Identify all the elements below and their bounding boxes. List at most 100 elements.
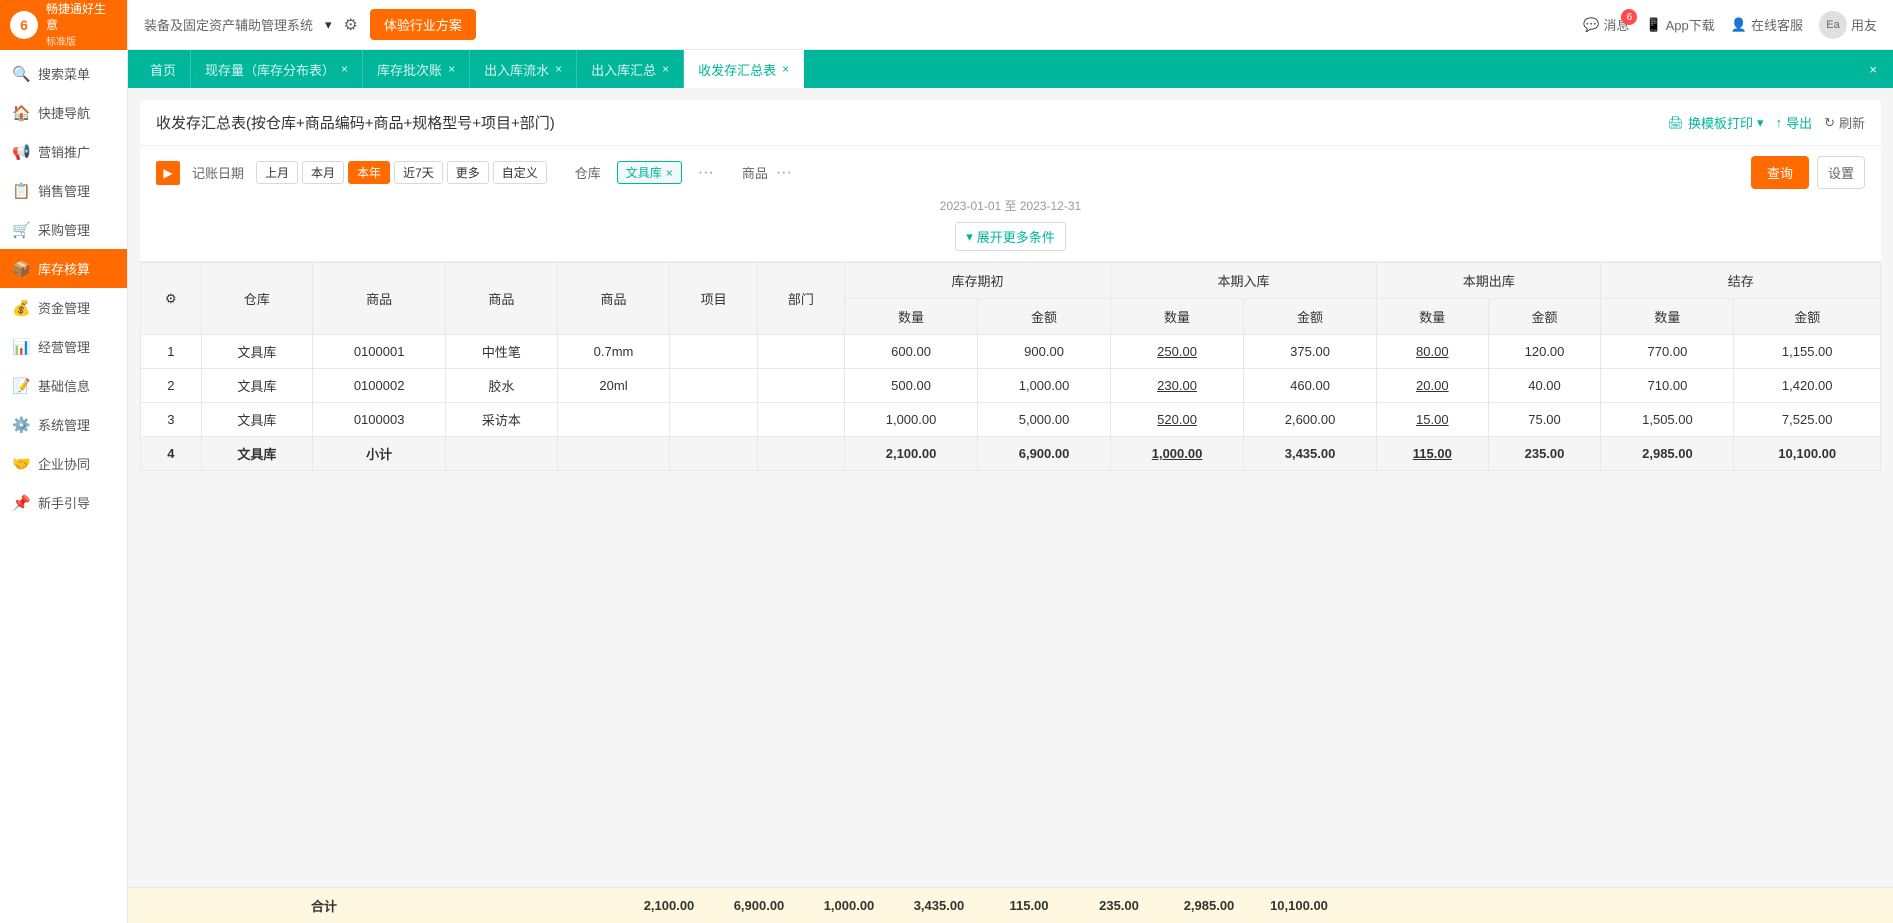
row-opening-qty: 600.00 [845,335,978,369]
avatar: Ea [1819,11,1847,39]
marketing-icon: 📢 [12,143,30,161]
data-table: ⚙ 仓库 商品 商品 商品 项目 部门 库存期初 本期入库 本期出库 结存 [140,262,1881,471]
sidebar-item-label: 库存核算 [38,259,90,278]
row-opening-amt: 1,000.00 [978,369,1111,403]
warehouse-more-icon[interactable]: ··· [698,164,714,182]
tab-in-out-flow[interactable]: 出入库流水 × [470,50,577,88]
app-download-button[interactable]: 📱 App下载 [1645,15,1714,34]
row-no: 3 [141,403,202,437]
subtotal-out-qty[interactable]: 115.00 [1377,437,1489,471]
tab-in-out-summary[interactable]: 出入库汇总 × [577,50,684,88]
tab-inventory-dist[interactable]: 现存量（库存分布表） × [191,50,363,88]
sidebar-item-newbie[interactable]: 📌 新手引导 [0,483,127,522]
sidebar-item-purchase[interactable]: 🛒 采购管理 [0,210,127,249]
filter-toggle[interactable]: ▶ [156,161,180,185]
sidebar-item-sales[interactable]: 📋 销售管理 [0,171,127,210]
footer-opening-qty: 2,100.00 [624,898,714,913]
tab-batch-ledger[interactable]: 库存批次账 × [363,50,470,88]
system-icon: ⚙️ [12,416,30,434]
refresh-button[interactable]: ↻ 刷新 [1824,113,1865,132]
settings-button[interactable]: 设置 [1817,156,1865,189]
row-project [670,369,757,403]
sidebar-item-search[interactable]: 🔍 搜索菜单 [0,54,127,93]
row-dept [757,369,844,403]
sub-col-opening-qty: 数量 [845,299,978,335]
row-code: 0100002 [313,369,446,403]
tab-receive-send-summary[interactable]: 收发存汇总表 × [684,50,804,88]
filter-action-btns: 查询 设置 [1751,156,1865,189]
sidebar-item-inventory[interactable]: 📦 库存核算 [0,249,127,288]
footer-out-amt: 235.00 [1074,898,1164,913]
row-out-qty[interactable]: 80.00 [1377,335,1489,369]
footer-opening-amt: 6,900.00 [714,898,804,913]
row-balance-amt: 1,155.00 [1734,335,1881,369]
row-balance-qty: 770.00 [1601,335,1734,369]
sub-col-out-amt: 金额 [1488,299,1601,335]
date-btn-this-month[interactable]: 本月 [302,161,344,184]
date-btn-last-month[interactable]: 上月 [256,161,298,184]
tab-close-icon[interactable]: × [341,63,348,75]
footer-balance-amt: 10,100.00 [1254,898,1344,913]
row-opening-qty: 1,000.00 [845,403,978,437]
tab-close-icon[interactable]: × [448,63,455,75]
row-name: 采访本 [446,403,557,437]
filter-area: ▶ 记账日期 上月 本月 本年 近7天 更多 自定义 仓库 文具库 [140,146,1881,262]
col-spec: 商品 [557,263,670,335]
warehouse-remove-icon[interactable]: × [666,166,673,180]
tab-home[interactable]: 首页 [136,50,191,88]
message-button[interactable]: 💬 消息 6 [1583,15,1629,34]
query-button[interactable]: 查询 [1751,156,1809,189]
sales-icon: 📋 [12,182,30,200]
subtotal-balance-qty: 2,985.00 [1601,437,1734,471]
print-button[interactable]: 🖨 换模板打印 ▾ [1668,113,1764,132]
row-out-qty[interactable]: 20.00 [1377,369,1489,403]
tab-label: 出入库流水 [484,60,549,79]
row-name: 胶水 [446,369,557,403]
sidebar-item-quick[interactable]: 🏠 快捷导航 [0,93,127,132]
row-in-qty[interactable]: 250.00 [1111,335,1244,369]
row-spec [557,403,670,437]
sidebar-item-operation[interactable]: 📊 经营管理 [0,327,127,366]
goods-more-icon[interactable]: ··· [776,164,792,182]
sidebar-item-basic[interactable]: 📝 基础信息 [0,366,127,405]
phone-icon: 📱 [1645,17,1661,33]
date-btn-custom[interactable]: 自定义 [493,161,547,184]
user-menu[interactable]: Ea 用友 [1819,11,1877,39]
row-warehouse: 文具库 [201,369,312,403]
settings-icon[interactable]: ⚙ [165,291,177,306]
tab-home-label: 首页 [150,60,176,79]
row-out-qty[interactable]: 15.00 [1377,403,1489,437]
date-btn-7days[interactable]: 近7天 [394,161,443,184]
export-button[interactable]: ↑ 导出 [1776,113,1813,132]
tab-close-icon[interactable]: × [782,63,789,75]
date-btn-more[interactable]: 更多 [447,161,489,184]
newbie-icon: 📌 [12,494,30,512]
sidebar-item-system[interactable]: ⚙️ 系统管理 [0,405,127,444]
expand-button[interactable]: ▾ 展开更多条件 [955,222,1066,251]
row-in-qty[interactable]: 230.00 [1111,369,1244,403]
col-name: 商品 [446,263,557,335]
date-btn-this-year[interactable]: 本年 [348,161,390,184]
tab-label: 收发存汇总表 [698,60,776,79]
filter-second-row: 2023-01-01 至 2023-12-31 [156,197,1865,218]
system-dropdown[interactable]: ▾ [325,17,332,33]
footer-balance-qty: 2,985.00 [1164,898,1254,913]
table-footer: 合计 2,100.00 6,900.00 1,000.00 3,435.00 1… [128,887,1893,923]
close-all-tabs-icon[interactable]: × [1861,62,1885,77]
main-content: 装备及固定资产辅助管理系统 ▾ ⚙ 体验行业方案 💬 消息 6 📱 App下载 … [128,0,1893,923]
gear-icon[interactable]: ⚙ [344,15,358,35]
sub-col-out-qty: 数量 [1377,299,1489,335]
subtotal-in-qty[interactable]: 1,000.00 [1111,437,1244,471]
online-service-button[interactable]: 👤 在线客服 [1731,15,1803,34]
tab-close-icon[interactable]: × [555,63,562,75]
table-row: 1 文具库 0100001 中性笔 0.7mm 600.00 900.00 25… [141,335,1881,369]
sidebar-item-enterprise[interactable]: 🤝 企业协同 [0,444,127,483]
row-opening-amt: 5,000.00 [978,403,1111,437]
row-in-qty[interactable]: 520.00 [1111,403,1244,437]
experience-button[interactable]: 体验行业方案 [370,9,476,40]
sidebar-item-marketing[interactable]: 📢 营销推广 [0,132,127,171]
tab-close-icon[interactable]: × [662,63,669,75]
sidebar-item-finance[interactable]: 💰 资金管理 [0,288,127,327]
filter-row-1: ▶ 记账日期 上月 本月 本年 近7天 更多 自定义 仓库 文具库 [156,156,1865,189]
sidebar-item-label: 新手引导 [38,493,90,512]
